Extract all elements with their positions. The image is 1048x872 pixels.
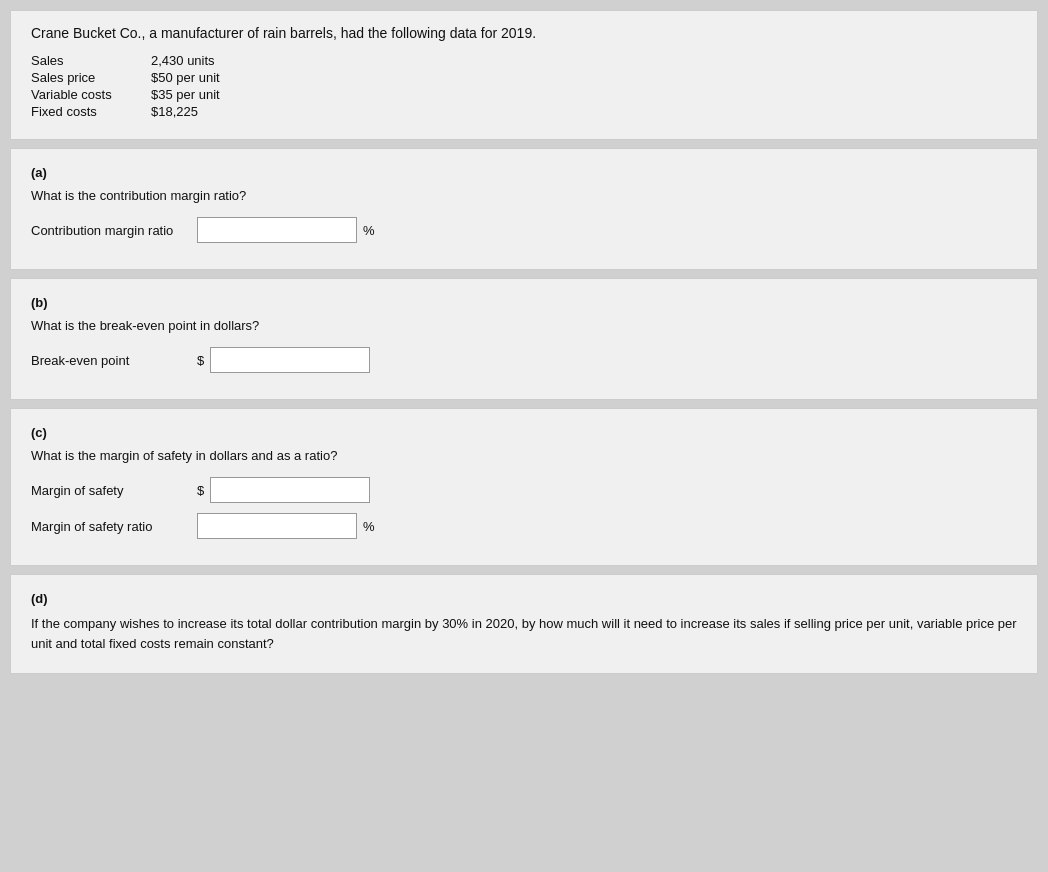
break-even-input[interactable]: [210, 347, 370, 373]
break-even-label: Break-even point: [31, 353, 191, 368]
contribution-margin-suffix: %: [363, 223, 375, 238]
break-even-row: Break-even point $: [31, 347, 1017, 373]
contribution-margin-row: Contribution margin ratio %: [31, 217, 1017, 243]
section-a-question: What is the contribution margin ratio?: [31, 188, 1017, 203]
section-d: (d) If the company wishes to increase it…: [10, 574, 1038, 674]
margin-safety-ratio-row: Margin of safety ratio %: [31, 513, 1017, 539]
contribution-margin-input[interactable]: [197, 217, 357, 243]
variable-costs-value: $35 per unit: [151, 87, 220, 102]
margin-safety-ratio-label: Margin of safety ratio: [31, 519, 191, 534]
section-a-letter: (a): [31, 165, 1017, 180]
margin-safety-input[interactable]: [210, 477, 370, 503]
sales-price-row: Sales price $50 per unit: [31, 70, 1017, 85]
fixed-costs-row: Fixed costs $18,225: [31, 104, 1017, 119]
page-container: Crane Bucket Co., a manufacturer of rain…: [10, 10, 1038, 674]
fixed-costs-value: $18,225: [151, 104, 198, 119]
section-b-question: What is the break-even point in dollars?: [31, 318, 1017, 333]
margin-safety-prefix: $: [197, 483, 204, 498]
section-d-letter: (d): [31, 591, 1017, 606]
margin-safety-label: Margin of safety: [31, 483, 191, 498]
section-a: (a) What is the contribution margin rati…: [10, 148, 1038, 270]
section-d-text: If the company wishes to increase its to…: [31, 614, 1017, 653]
section-b: (b) What is the break-even point in doll…: [10, 278, 1038, 400]
sales-price-label: Sales price: [31, 70, 151, 85]
section-c: (c) What is the margin of safety in doll…: [10, 408, 1038, 566]
section-c-letter: (c): [31, 425, 1017, 440]
margin-safety-row: Margin of safety $: [31, 477, 1017, 503]
break-even-prefix: $: [197, 353, 204, 368]
margin-safety-ratio-input[interactable]: [197, 513, 357, 539]
variable-costs-row: Variable costs $35 per unit: [31, 87, 1017, 102]
intro-title: Crane Bucket Co., a manufacturer of rain…: [31, 25, 1017, 41]
sales-value: 2,430 units: [151, 53, 215, 68]
section-c-question: What is the margin of safety in dollars …: [31, 448, 1017, 463]
section-b-letter: (b): [31, 295, 1017, 310]
sales-label: Sales: [31, 53, 151, 68]
contribution-margin-label: Contribution margin ratio: [31, 223, 191, 238]
intro-section: Crane Bucket Co., a manufacturer of rain…: [10, 10, 1038, 140]
variable-costs-label: Variable costs: [31, 87, 151, 102]
sales-price-value: $50 per unit: [151, 70, 220, 85]
fixed-costs-label: Fixed costs: [31, 104, 151, 119]
data-rows: Sales 2,430 units Sales price $50 per un…: [31, 53, 1017, 119]
margin-safety-ratio-suffix: %: [363, 519, 375, 534]
sales-row: Sales 2,430 units: [31, 53, 1017, 68]
